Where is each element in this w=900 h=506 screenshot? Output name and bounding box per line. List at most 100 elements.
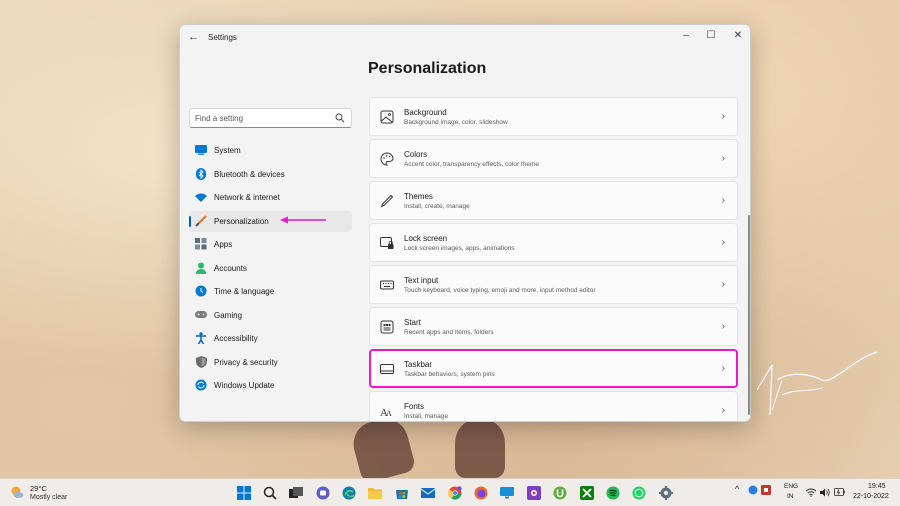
setting-subtitle: Lock screen images, apps, animations [404,245,515,252]
taskbar-icon [380,364,394,374]
setting-subtitle: Install, manage [404,413,449,420]
sidebar-item-network[interactable]: Network & internet [189,187,352,208]
sidebar-item-windows-update[interactable]: Windows Update [189,375,352,396]
sidebar-item-gaming[interactable]: Gaming [189,305,352,326]
sidebar-item-label: Bluetooth & devices [214,169,285,179]
chat-icon[interactable] [313,483,332,502]
app-title: Settings [208,33,237,42]
battery-icon[interactable] [834,488,845,496]
clock-time[interactable]: 19:45 [868,483,886,490]
search-input[interactable] [195,112,330,125]
weather-description[interactable]: Mostly clear [30,494,67,501]
annotation-arrow [280,216,326,224]
setting-lock-screen[interactable]: Lock screen Lock screen images, apps, an… [369,223,738,262]
sidebar-item-accessibility[interactable]: Accessibility [189,328,352,349]
pen-icon [380,194,394,208]
sidebar-item-bluetooth[interactable]: Bluetooth & devices [189,164,352,185]
sidebar-item-label: Privacy & security [214,357,278,367]
search-icon[interactable] [335,112,345,124]
file-explorer-icon[interactable] [366,483,385,502]
clock-date[interactable]: 22-10-2022 [853,493,889,500]
sidebar-item-label: Accessibility [214,334,258,343]
chevron-right-icon: › [721,279,725,290]
active-indicator [189,215,191,227]
chevron-right-icon: › [721,153,725,164]
globe-clock-icon [195,285,207,297]
maximize-button[interactable]: ☐ [699,28,723,44]
sidebar-item-label: Personalization [214,216,269,226]
lock-screen-icon [380,237,394,249]
sidebar-item-label: Time & language [214,287,275,296]
setting-title: Start [404,318,421,327]
svg-text:A: A [386,409,392,418]
sidebar-item-privacy-security[interactable]: Privacy & security [189,352,352,373]
sidebar-item-time-language[interactable]: Time & language [189,281,352,302]
tray-app-icon[interactable] [748,485,758,495]
setting-subtitle: Recent apps and items, folders [404,329,494,336]
sidebar-item-label: Apps [214,240,233,249]
sidebar-item-apps[interactable]: Apps [189,234,352,255]
setting-subtitle: Install, create, manage [404,203,470,210]
shield-icon [195,355,207,368]
settings-icon[interactable] [656,483,675,502]
taskbar-apps [234,483,683,503]
setting-subtitle: Touch keyboard, voice typing, emoji and … [404,287,596,294]
setting-background[interactable]: Background Background image, color, slid… [369,97,738,136]
language-region[interactable]: IN [787,493,794,500]
chrome-icon[interactable] [445,483,464,502]
person-icon [195,262,207,274]
setting-fonts[interactable]: AA Fonts Install, manage › [369,391,738,421]
setting-subtitle: Background image, color, slideshow [404,119,508,126]
setting-start[interactable]: Start Recent apps and items, folders › [369,307,738,346]
setting-colors[interactable]: Colors Accent color, transparency effect… [369,139,738,178]
mail-icon[interactable] [419,483,438,502]
start-icon [380,320,394,334]
keyboard-icon [380,280,394,290]
wallpaper-figure-left [348,413,417,485]
store-icon[interactable] [392,483,411,502]
chevron-right-icon: › [721,195,725,206]
sidebar-item-label: System [214,146,241,155]
moon-cloud-icon[interactable] [10,485,24,499]
spotify-icon[interactable] [603,483,622,502]
taskbar: 29°C Mostly clear ^ ENG IN 19:45 22-10-2… [0,478,900,506]
accessibility-icon [195,332,207,344]
setting-text-input[interactable]: Text input Touch keyboard, voice typing,… [369,265,738,304]
firefox-icon[interactable] [472,483,491,502]
search-box[interactable] [189,108,352,128]
weather-temperature[interactable]: 29°C [30,484,47,493]
whatsapp-icon[interactable] [630,483,649,502]
start-icon[interactable] [234,483,253,502]
show-hidden-icons-chevron[interactable]: ^ [735,484,739,494]
language-indicator[interactable]: ENG [784,483,798,490]
search-icon[interactable] [260,483,279,502]
back-button[interactable]: ← [188,31,199,43]
screen-recorder-icon[interactable] [524,483,543,502]
brush-icon [195,214,207,227]
chevron-right-icon: › [721,111,725,122]
setting-taskbar[interactable]: Taskbar Taskbar behaviors, system pins › [369,349,738,388]
volume-icon[interactable] [820,488,830,497]
chevron-right-icon: › [721,405,725,416]
xbox-icon[interactable] [577,483,596,502]
scrollbar[interactable] [748,215,750,415]
wifi-icon[interactable] [806,488,816,497]
task-view-icon[interactable] [287,483,306,502]
setting-title: Background [404,108,447,117]
minimize-button[interactable]: – [674,28,698,44]
sidebar-item-label: Gaming [214,310,243,320]
setting-themes[interactable]: Themes Install, create, manage › [369,181,738,220]
apps-icon [195,238,207,250]
setting-subtitle: Accent color, transparency effects, colo… [404,161,540,168]
edge-icon[interactable] [340,483,359,502]
utorrent-icon[interactable] [551,483,570,502]
chevron-right-icon: › [721,321,725,332]
close-button[interactable]: ✕ [726,28,750,44]
sidebar-item-system[interactable]: System [189,140,352,161]
wallpaper-figure-right [455,420,505,478]
image-icon [380,110,394,124]
remote-desktop-icon[interactable] [498,483,517,502]
sidebar-item-accounts[interactable]: Accounts [189,258,352,279]
tray-security-icon[interactable] [761,485,771,495]
wifi-icon [195,191,207,203]
